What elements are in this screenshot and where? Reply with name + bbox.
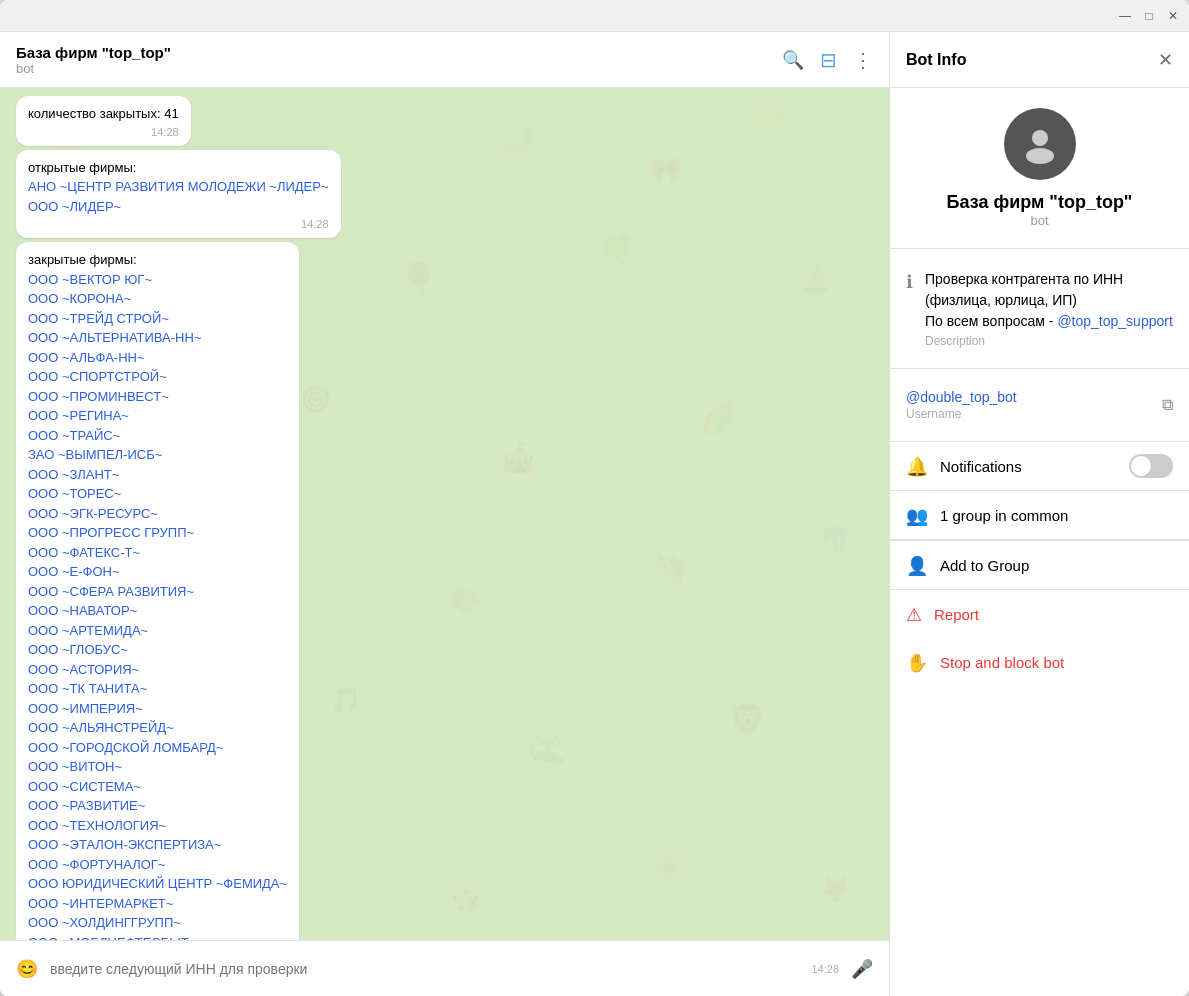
search-icon[interactable]: 🔍 xyxy=(782,49,804,71)
maximize-button[interactable]: □ xyxy=(1141,8,1157,24)
emoji-icon[interactable]: 😊 xyxy=(16,958,38,980)
close-panel-button[interactable]: ✕ xyxy=(1158,49,1173,71)
chat-input-bar: 😊 14:28 🎤 xyxy=(0,940,889,996)
more-icon[interactable]: ⋮ xyxy=(853,48,873,72)
notifications-label: Notifications xyxy=(940,458,1022,475)
add-to-group-row[interactable]: 👤 Add to Group xyxy=(890,541,1189,589)
mic-icon[interactable]: 🎤 xyxy=(851,958,873,980)
message-text: открытые фирмы: АНО ~ЦЕНТР РАЗВИТИЯ МОЛО… xyxy=(28,158,329,217)
chat-header-actions: 🔍 ⊟ ⋮ xyxy=(782,48,873,72)
info-circle-icon: ℹ xyxy=(906,271,913,293)
hand-icon: ✋ xyxy=(906,652,928,674)
message-text: закрытые фирмы: ООО ~ВЕКТОР ЮГ~ ООО ~КОР… xyxy=(28,250,287,940)
chat-input[interactable] xyxy=(50,961,799,977)
bot-info-panel: Bot Info ✕ База фирм "top_top" bot ℹ xyxy=(889,32,1189,996)
title-bar: — □ ✕ xyxy=(0,0,1189,32)
add-to-group-label: Add to Group xyxy=(940,557,1029,574)
chat-header: База фирм "top_top" bot 🔍 ⊟ ⋮ xyxy=(0,32,889,88)
description-section: ℹ Проверка контрагента по ИНН (физлица, … xyxy=(890,249,1189,369)
username-content: @double_top_bot Username xyxy=(906,389,1150,421)
bot-info-header: Bot Info ✕ xyxy=(890,32,1189,88)
stop-block-row[interactable]: ✋ Stop and block bot xyxy=(890,638,1189,686)
svg-point-30 xyxy=(1026,148,1054,164)
notifications-toggle[interactable] xyxy=(1129,454,1173,478)
username-section: @double_top_bot Username ⧉ xyxy=(890,369,1189,442)
chat-header-info: База фирм "top_top" bot xyxy=(16,44,171,76)
notifications-row: 🔔 Notifications xyxy=(890,442,1189,491)
bot-info-title: Bot Info xyxy=(906,51,966,69)
chat-panel: База фирм "top_top" bot 🔍 ⊟ ⋮ 🍕 🎁 ⭐ 🌙 xyxy=(0,32,889,996)
group-label: 1 group in common xyxy=(940,507,1068,524)
message-time: 14:28 xyxy=(28,126,179,138)
notifications-left: 🔔 Notifications xyxy=(906,454,1022,478)
message-bubble: открытые фирмы: АНО ~ЦЕНТР РАЗВИТИЯ МОЛО… xyxy=(16,150,341,239)
username-label: Username xyxy=(906,407,1150,421)
close-window-button[interactable]: ✕ xyxy=(1165,8,1181,24)
messages-list: количество закрытых: 41 14:28 открытые ф… xyxy=(16,96,873,940)
input-time: 14:28 xyxy=(811,963,839,975)
message-bubble: закрытые фирмы: ООО ~ВЕКТОР ЮГ~ ООО ~КОР… xyxy=(16,242,299,940)
groups-row: 👥 1 group in common xyxy=(890,491,1189,540)
message-bubble: количество закрытых: 41 14:28 xyxy=(16,96,191,146)
username-text[interactable]: @double_top_bot xyxy=(906,389,1150,405)
svg-point-29 xyxy=(1032,130,1048,146)
description-content: Проверка контрагента по ИНН (физлица, юр… xyxy=(925,269,1173,348)
message-text: количество закрытых: 41 xyxy=(28,104,179,124)
copy-icon[interactable]: ⧉ xyxy=(1162,396,1173,414)
chat-title: База фирм "top_top" xyxy=(16,44,171,61)
group-icon: 👥 xyxy=(906,505,928,527)
report-label: Report xyxy=(934,606,979,623)
bell-icon: 🔔 xyxy=(906,456,928,478)
add-person-icon: 👤 xyxy=(906,555,928,577)
columns-icon[interactable]: ⊟ xyxy=(820,48,837,72)
description-label: Description xyxy=(925,334,1173,348)
bot-profile: База фирм "top_top" bot xyxy=(890,88,1189,249)
stop-block-label: Stop and block bot xyxy=(940,654,1064,671)
warning-icon: ⚠ xyxy=(906,604,922,626)
message-time: 14:28 xyxy=(28,218,329,230)
bot-type: bot xyxy=(1030,213,1048,228)
report-row[interactable]: ⚠ Report xyxy=(890,590,1189,638)
bot-avatar xyxy=(1004,108,1076,180)
description-text: Проверка контрагента по ИНН (физлица, юр… xyxy=(925,269,1173,332)
username-row: @double_top_bot Username ⧉ xyxy=(906,381,1173,429)
description-row: ℹ Проверка контрагента по ИНН (физлица, … xyxy=(906,261,1173,356)
chat-messages-area: 🍕 🎁 ⭐ 🌙 🎀 🌟 🦋 🐟 🎈 🍀 🔔 🏆 🎯 🎪 🌈 🍬 xyxy=(0,88,889,940)
bot-name: База фирм "top_top" xyxy=(947,192,1133,213)
minimize-button[interactable]: — xyxy=(1117,8,1133,24)
chat-subtitle: bot xyxy=(16,61,171,76)
support-link[interactable]: @top_top_support xyxy=(1057,313,1172,329)
